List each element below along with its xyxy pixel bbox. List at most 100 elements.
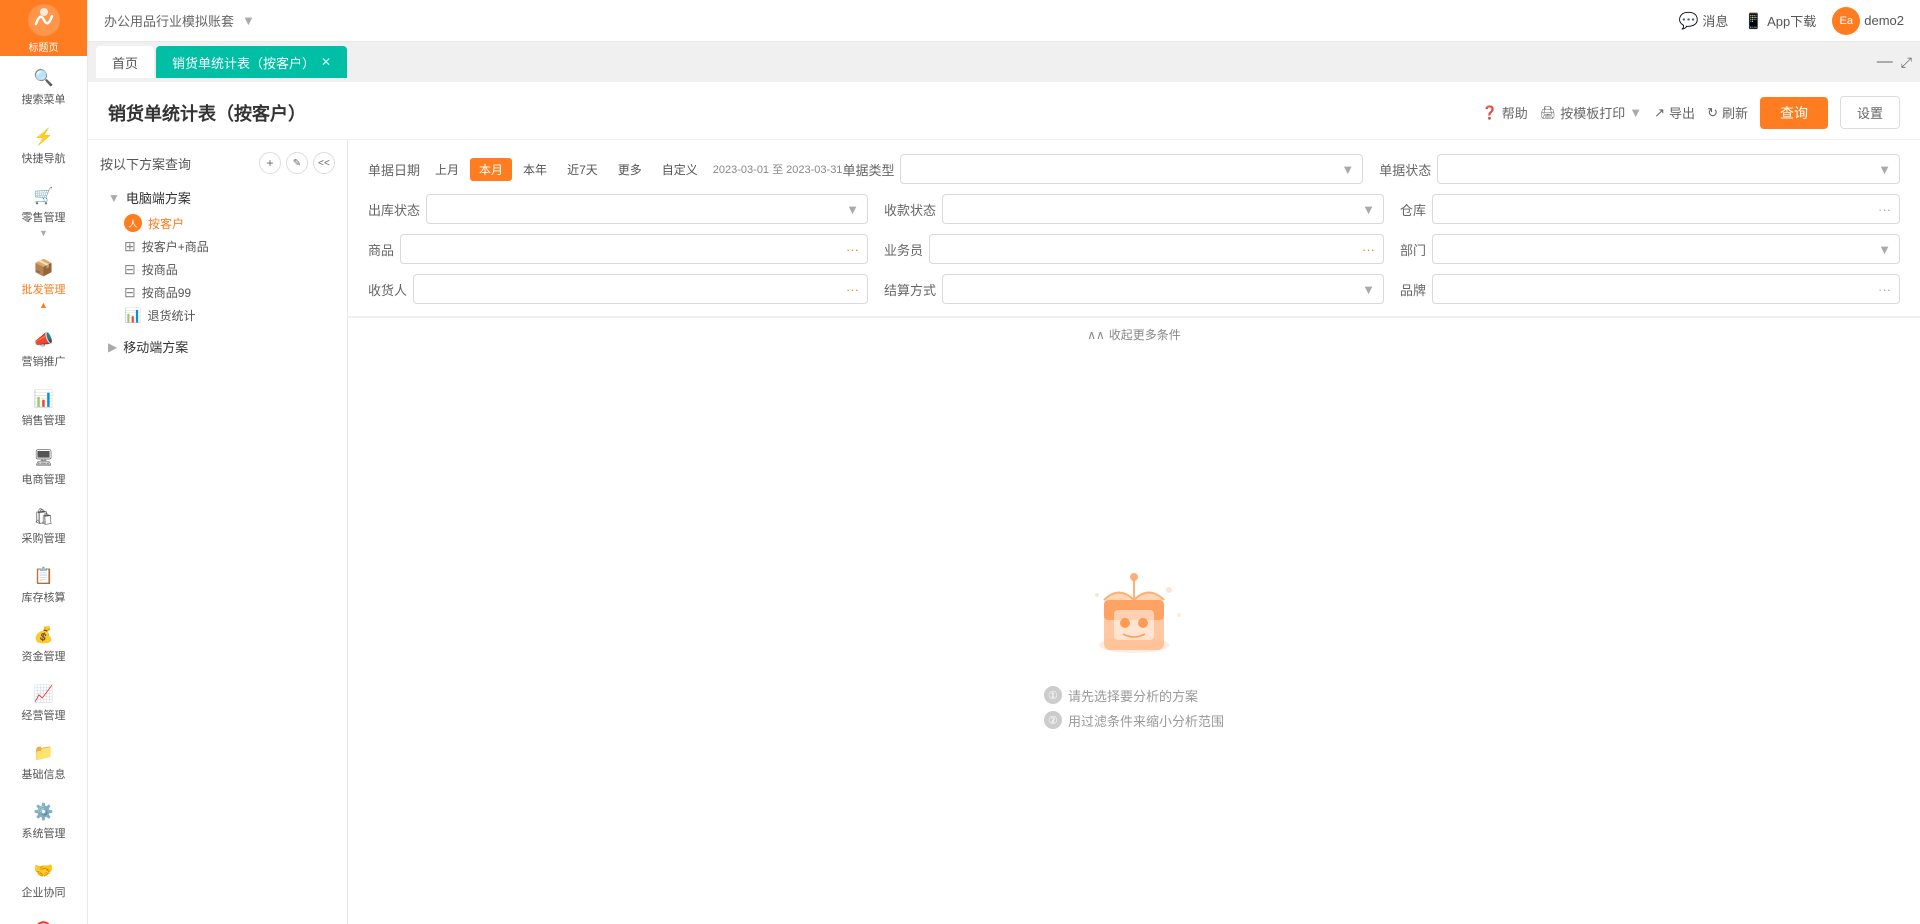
brand-dots-icon[interactable]: ···: [1878, 282, 1891, 297]
sidebar-label-quick-nav: 快捷导航: [22, 150, 66, 166]
out-status-input[interactable]: ▼: [426, 194, 868, 224]
refresh-label: 刷新: [1722, 103, 1748, 122]
message-label: 消息: [1702, 11, 1728, 30]
sidebar-label-retail: 零售管理: [22, 209, 66, 225]
date-btn-last-month[interactable]: 上月: [426, 158, 468, 181]
download-icon: 📱: [1744, 12, 1763, 30]
sidebar-item-wholesale[interactable]: 📦 批发管理 ▲: [0, 246, 87, 318]
export-btn[interactable]: ↗ 导出: [1654, 103, 1695, 122]
tab-sales-stat[interactable]: 销货单统计表（按客户） ✕: [156, 46, 347, 78]
settlement-filter: 结算方式 ▼: [884, 274, 1384, 304]
sidebar-label-finance: 资金管理: [22, 648, 66, 664]
date-btn-custom[interactable]: 自定义: [653, 158, 707, 181]
add-scheme-btn[interactable]: +: [259, 152, 281, 174]
retail-arrow-icon: ▼: [39, 228, 48, 238]
setting-button[interactable]: 设置: [1840, 96, 1900, 129]
warehouse-dots-icon[interactable]: ···: [1878, 202, 1891, 217]
app-download-btn[interactable]: 📱 App下载: [1744, 11, 1816, 30]
settlement-chevron-icon: ▼: [1362, 282, 1375, 297]
chevron-up-icon: ∧∧: [1087, 328, 1105, 342]
order-type-input[interactable]: ▼: [900, 154, 1363, 184]
order-status-input[interactable]: ▼: [1437, 154, 1900, 184]
system-icon: ⚙️: [34, 802, 54, 822]
dropdown-arrow-icon[interactable]: ▼: [242, 13, 255, 28]
order-type-label: 单据类型: [842, 160, 894, 179]
scheme-by-goods-99[interactable]: ⊟ 按商品99: [116, 281, 335, 304]
collapse-bar[interactable]: ∧∧ 收起更多条件: [348, 317, 1920, 351]
date-btn-more[interactable]: 更多: [609, 158, 651, 181]
page-content: 销货单统计表（按客户） ❓ 帮助 🖨 按模板打印 ▼ ↗ 导出: [88, 82, 1920, 924]
sidebar-item-operation[interactable]: 📈 经营管理: [0, 672, 87, 731]
goods-input[interactable]: ···: [400, 234, 868, 264]
logo-area: 标题页: [0, 0, 87, 56]
sidebar: 标题页 🔍 搜索菜单 ⚡ 快捷导航 🛒 零售管理 ▼ 📦 批发管理 ▲: [0, 0, 88, 924]
retail-icon: 🛒: [34, 186, 54, 206]
sidebar-item-inventory[interactable]: 📋 库存核算: [0, 554, 87, 613]
date-btn-7days[interactable]: 近7天: [558, 158, 607, 181]
sidebar-item-ecommerce[interactable]: 🖥 电商管理: [0, 436, 87, 495]
date-btn-this-month[interactable]: 本月: [470, 158, 512, 181]
scheme-by-customer[interactable]: 人 按客户: [116, 211, 335, 235]
print-btn[interactable]: 🖨 按模板打印 ▼: [1540, 103, 1642, 122]
sidebar-item-system[interactable]: ⚙️ 系统管理: [0, 790, 87, 849]
quick-nav-icon: ⚡: [34, 127, 54, 147]
content-wrapper: 办公用品行业模拟账套 ▼ 💬 消息 📱 App下载 Ea demo2: [88, 0, 1920, 924]
maximize-window-icon[interactable]: ⤢: [1901, 54, 1912, 71]
sidebar-label-enterprise: 企业协同: [22, 884, 66, 900]
sidebar-item-quick-nav[interactable]: ⚡ 快捷导航: [0, 115, 87, 174]
sidebar-item-basic[interactable]: 📁 基础信息: [0, 731, 87, 790]
salesperson-dots-icon[interactable]: ···: [1362, 242, 1375, 257]
brand-input[interactable]: ···: [1432, 274, 1900, 304]
salesperson-input[interactable]: ···: [929, 234, 1384, 264]
desktop-group-label: 电脑端方案: [126, 188, 191, 207]
scheme-by-customer-goods-label: 按客户+商品: [142, 238, 209, 255]
refresh-btn[interactable]: ↻ 刷新: [1707, 103, 1748, 122]
collapse-scheme-btn[interactable]: <<: [313, 152, 335, 174]
receiver-input[interactable]: ···: [413, 274, 868, 304]
sidebar-item-marketing[interactable]: 📣 营销推广: [0, 318, 87, 377]
sidebar-item-sales[interactable]: 📊 销售管理: [0, 377, 87, 436]
warehouse-input[interactable]: ···: [1432, 194, 1900, 224]
empty-tip-1: ① 请先选择要分析的方案: [1044, 686, 1224, 705]
sidebar-item-retail[interactable]: 🛒 零售管理 ▼: [0, 174, 87, 246]
main-content-area: 按以下方案查询 + ✎ << ▼ 电脑端方案: [88, 140, 1920, 924]
tab-home[interactable]: 首页: [96, 46, 154, 78]
tab-close-icon[interactable]: ✕: [321, 55, 331, 69]
username-label: demo2: [1864, 13, 1904, 28]
scheme-by-customer-goods[interactable]: ⊞ 按客户+商品: [116, 235, 335, 258]
empty-tip-2: ② 用过滤条件来缩小分析范围: [1044, 711, 1224, 730]
scheme-return-stat-label: 退货统计: [147, 307, 195, 324]
edit-scheme-btn[interactable]: ✎: [286, 152, 308, 174]
sidebar-item-newbie[interactable]: 🎯 新手引导: [0, 908, 87, 924]
scheme-by-goods[interactable]: ⊟ 按商品: [116, 258, 335, 281]
payment-status-filter: 收款状态 ▼: [884, 194, 1384, 224]
sidebar-item-purchase[interactable]: 🛍 采购管理: [0, 495, 87, 554]
sidebar-label-wholesale: 批发管理: [22, 281, 66, 297]
search-icon: 🔍: [34, 68, 54, 88]
desktop-group-item[interactable]: ▼ 电脑端方案: [100, 184, 335, 211]
sidebar-item-search[interactable]: 🔍 搜索菜单: [0, 56, 87, 115]
print-label: 按模板打印: [1560, 103, 1625, 122]
sidebar-item-enterprise[interactable]: 🤝 企业协同: [0, 849, 87, 908]
settlement-input[interactable]: ▼: [942, 274, 1384, 304]
help-btn[interactable]: ❓ 帮助: [1482, 103, 1528, 122]
query-button[interactable]: 查询: [1760, 97, 1828, 129]
payment-status-input[interactable]: ▼: [942, 194, 1384, 224]
message-btn[interactable]: 💬 消息: [1678, 11, 1728, 31]
purchase-icon: 🛍: [33, 507, 53, 527]
sidebar-label-ecommerce: 电商管理: [22, 471, 66, 487]
date-btn-this-year[interactable]: 本年: [514, 158, 556, 181]
user-area[interactable]: Ea demo2: [1832, 7, 1904, 35]
refresh-icon: ↻: [1707, 105, 1718, 121]
warehouse-label: 仓库: [1400, 200, 1426, 219]
scheme-header: 按以下方案查询 + ✎ <<: [100, 152, 335, 174]
sidebar-label-search: 搜索菜单: [22, 91, 66, 107]
minimize-window-icon[interactable]: —: [1877, 53, 1893, 71]
department-input[interactable]: ▼: [1432, 234, 1900, 264]
goods-dots-icon[interactable]: ···: [846, 242, 859, 257]
sidebar-item-finance[interactable]: 💰 资金管理: [0, 613, 87, 672]
goods-label: 商品: [368, 240, 394, 259]
scheme-return-stat[interactable]: 📊 退货统计: [116, 304, 335, 327]
receiver-dots-icon[interactable]: ···: [846, 282, 859, 297]
mobile-group-item[interactable]: ▶ 移动端方案: [100, 333, 335, 360]
